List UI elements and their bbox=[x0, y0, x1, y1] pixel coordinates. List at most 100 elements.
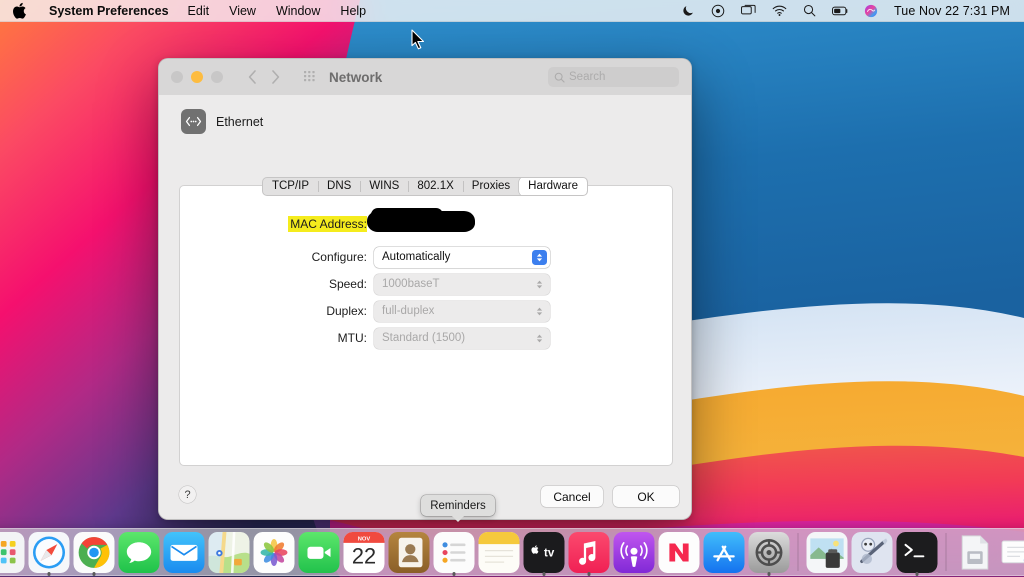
ok-button[interactable]: OK bbox=[613, 486, 679, 507]
tab-dns[interactable]: DNS bbox=[318, 177, 360, 196]
speed-value: 1000baseT bbox=[382, 278, 440, 290]
launchpad-icon bbox=[0, 532, 25, 573]
back-arrow-icon[interactable] bbox=[248, 70, 257, 84]
mtu-popup: Standard (1500) bbox=[374, 328, 550, 349]
tab-hardware[interactable]: Hardware bbox=[519, 177, 587, 196]
battery-icon[interactable] bbox=[824, 0, 856, 22]
configure-stepper-icon[interactable] bbox=[532, 250, 547, 265]
menu-item-help[interactable]: Help bbox=[330, 0, 376, 22]
dock-item-automator[interactable] bbox=[852, 532, 893, 573]
window-titlebar[interactable]: Network Search bbox=[159, 59, 691, 95]
dock-item-reminders[interactable] bbox=[434, 532, 475, 573]
dock-item-terminal[interactable] bbox=[897, 532, 938, 573]
search-field[interactable]: Search bbox=[548, 67, 679, 87]
row-mtu: MTU: Standard (1500) bbox=[180, 326, 672, 350]
duplex-popup: full-duplex bbox=[374, 301, 550, 322]
menu-item-view[interactable]: View bbox=[219, 0, 266, 22]
automator-icon bbox=[852, 532, 893, 573]
downloads-stack-icon bbox=[1000, 532, 1024, 573]
documents-stack-icon bbox=[955, 532, 996, 573]
dock-item-contacts[interactable] bbox=[389, 532, 430, 573]
network-sheet: Ethernet MAC Address: Configure: Automat… bbox=[159, 95, 691, 520]
dock-item-music[interactable] bbox=[569, 532, 610, 573]
dock-item-news[interactable] bbox=[659, 532, 700, 573]
notes-icon bbox=[479, 532, 520, 573]
duplex-value: full-duplex bbox=[382, 305, 434, 317]
system-preferences-window: Network Search Ethernet MAC Address: bbox=[158, 58, 692, 520]
show-all-grid-icon[interactable] bbox=[304, 71, 317, 84]
configure-popup[interactable]: Automatically bbox=[374, 247, 550, 268]
row-speed: Speed: 1000baseT bbox=[180, 272, 672, 296]
menubar-clock[interactable]: Tue Nov 22 7:31 PM bbox=[886, 4, 1015, 18]
control-center-icon[interactable] bbox=[703, 0, 733, 22]
menu-bar: System Preferences Edit View Window Help bbox=[0, 0, 1024, 22]
dock-separator-2 bbox=[946, 533, 947, 571]
configure-control[interactable]: Automatically bbox=[374, 247, 550, 268]
chrome-icon bbox=[74, 532, 115, 573]
tab-proxies[interactable]: Proxies bbox=[463, 177, 519, 196]
menu-item-system-preferences[interactable]: System Preferences bbox=[40, 0, 178, 22]
speed-popup: 1000baseT bbox=[374, 274, 550, 295]
dock-item-safari[interactable] bbox=[29, 532, 70, 573]
dock-item-image-capture[interactable] bbox=[807, 532, 848, 573]
dock-item-documents-stack[interactable] bbox=[955, 532, 996, 573]
navigation-buttons bbox=[248, 70, 280, 84]
running-indicator bbox=[767, 572, 771, 576]
screen-mirroring-icon[interactable] bbox=[733, 0, 764, 22]
duplex-stepper-icon bbox=[533, 304, 546, 319]
interface-name: Ethernet bbox=[216, 115, 263, 129]
dock-item-downloads-stack[interactable] bbox=[1000, 532, 1024, 573]
tab-tcpip[interactable]: TCP/IP bbox=[263, 177, 318, 196]
hardware-panel: MAC Address: Configure: Automatically bbox=[179, 185, 673, 466]
running-indicator bbox=[542, 572, 546, 576]
duplex-control: full-duplex bbox=[374, 301, 550, 322]
running-indicator bbox=[452, 572, 456, 576]
zoom-button[interactable] bbox=[211, 71, 223, 83]
do-not-disturb-moon-icon[interactable] bbox=[674, 0, 703, 22]
dock-item-notes[interactable] bbox=[479, 532, 520, 573]
appstore-icon bbox=[704, 532, 745, 573]
cancel-button[interactable]: Cancel bbox=[541, 486, 603, 507]
configure-value: Automatically bbox=[382, 251, 450, 263]
interface-header: Ethernet bbox=[159, 95, 691, 134]
dock-item-tv[interactable]: tv bbox=[524, 532, 565, 573]
dock-item-messages[interactable] bbox=[119, 532, 160, 573]
dock-item-photos[interactable] bbox=[254, 532, 295, 573]
tab-wins[interactable]: WINS bbox=[360, 177, 408, 196]
siri-icon[interactable] bbox=[856, 0, 886, 22]
dock-item-calendar[interactable]: NOV 22 bbox=[344, 532, 385, 573]
dock-item-chrome[interactable] bbox=[74, 532, 115, 573]
minimize-button[interactable] bbox=[191, 71, 203, 83]
image-capture-icon bbox=[807, 532, 848, 573]
calendar-icon: NOV 22 bbox=[344, 532, 385, 573]
contacts-icon bbox=[389, 532, 430, 573]
mtu-label: MTU: bbox=[180, 331, 374, 345]
dock-item-mail[interactable] bbox=[164, 532, 205, 573]
reminders-icon bbox=[434, 532, 475, 573]
duplex-label: Duplex: bbox=[180, 304, 374, 318]
close-button[interactable] bbox=[171, 71, 183, 83]
running-indicator bbox=[92, 572, 96, 576]
hardware-form: MAC Address: Configure: Automatically bbox=[180, 212, 672, 350]
redaction-mark bbox=[367, 211, 475, 232]
dock-item-launchpad[interactable] bbox=[0, 532, 25, 573]
ethernet-icon bbox=[181, 109, 206, 134]
dock-item-maps[interactable] bbox=[209, 532, 250, 573]
search-placeholder: Search bbox=[569, 71, 605, 83]
help-button[interactable]: ? bbox=[179, 486, 196, 503]
dock-item-podcasts[interactable] bbox=[614, 532, 655, 573]
dock-item-appstore[interactable] bbox=[704, 532, 745, 573]
wifi-icon[interactable] bbox=[764, 0, 795, 22]
forward-arrow-icon[interactable] bbox=[271, 70, 280, 84]
apple-menu[interactable] bbox=[8, 2, 40, 19]
dock-item-system-preferences[interactable] bbox=[749, 532, 790, 573]
terminal-icon bbox=[897, 532, 938, 573]
tab-8021x[interactable]: 802.1X bbox=[408, 177, 462, 196]
dock-item-facetime[interactable] bbox=[299, 532, 340, 573]
menu-item-window[interactable]: Window bbox=[266, 0, 330, 22]
system-preferences-icon bbox=[749, 532, 790, 573]
spotlight-search-icon[interactable] bbox=[795, 0, 824, 22]
running-indicator bbox=[587, 572, 591, 576]
row-mac-address: MAC Address: bbox=[180, 212, 672, 236]
menu-item-edit[interactable]: Edit bbox=[178, 0, 220, 22]
